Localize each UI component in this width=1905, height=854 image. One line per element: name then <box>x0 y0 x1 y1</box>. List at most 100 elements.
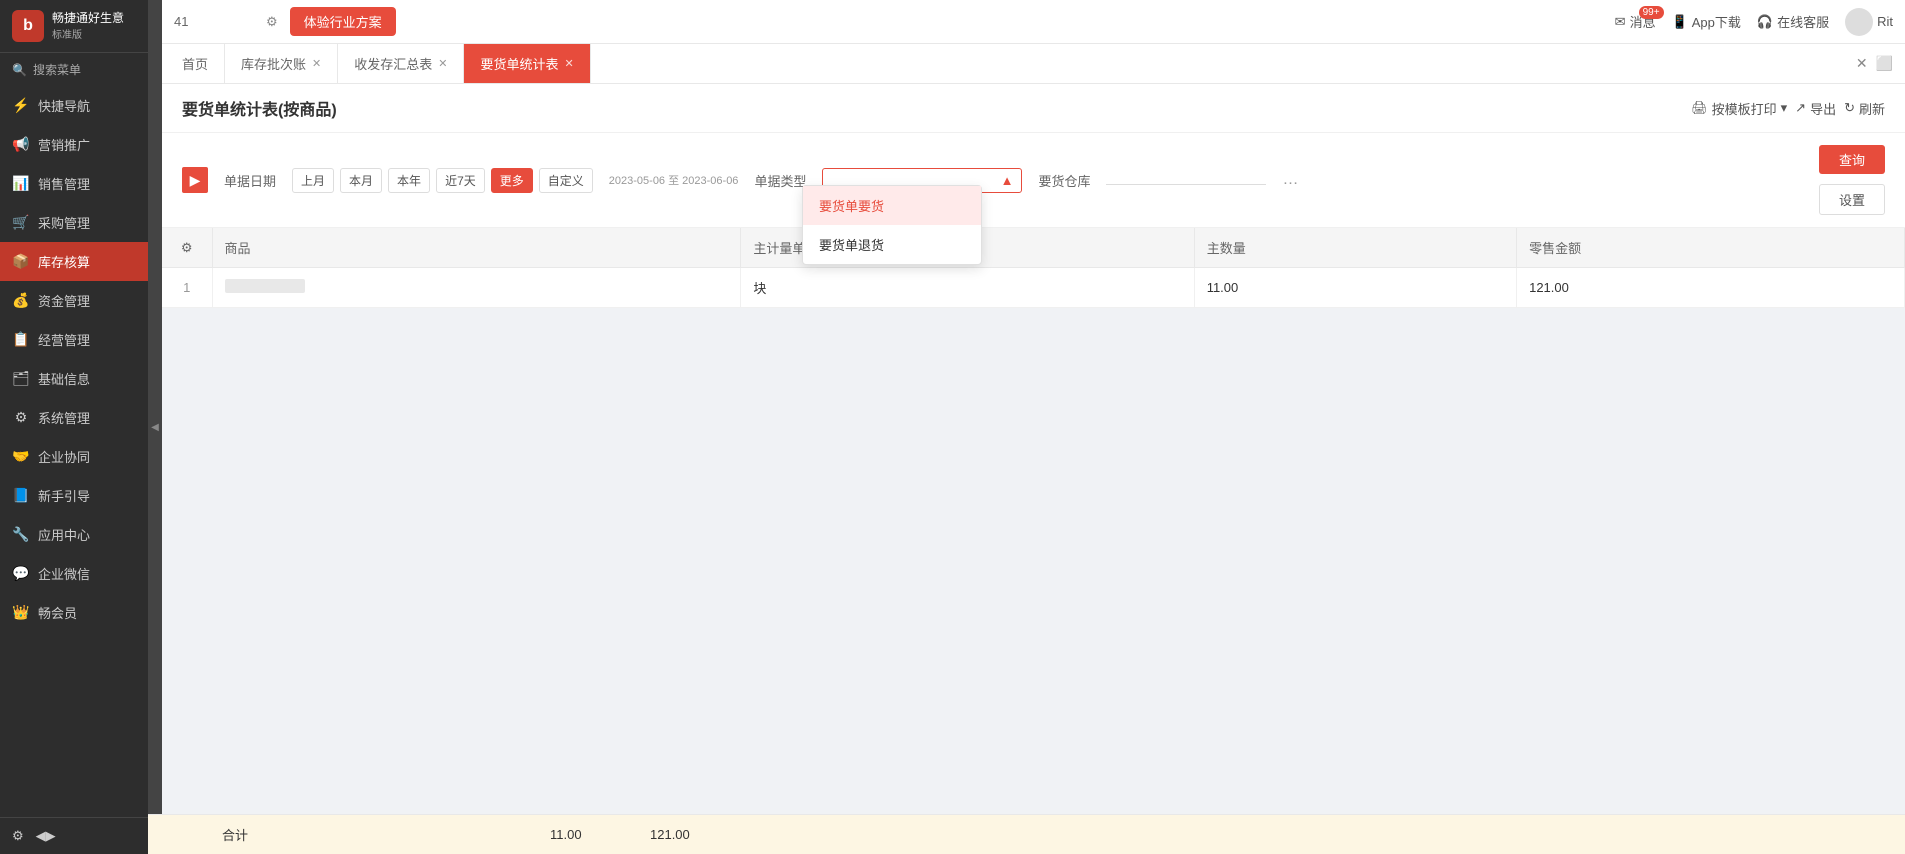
sales-icon: 📊 <box>12 175 30 193</box>
tab-maximize-btn[interactable]: ⬜ <box>1876 55 1893 72</box>
tab-inventory-batch[interactable]: 库存批次账 ✕ <box>225 44 338 83</box>
app-download-btn[interactable]: 📱 App下载 <box>1672 12 1741 31</box>
filter-more-icon[interactable]: … <box>1282 171 1298 189</box>
sidebar-item-inventory[interactable]: 📦 库存核算 <box>0 242 148 281</box>
sidebar-item-shortcuts[interactable]: ⚡ 快捷导航 <box>0 86 148 125</box>
row-product <box>212 268 741 308</box>
message-icon: ✉ <box>1615 14 1626 30</box>
search-menu-label: 搜索菜单 <box>33 61 81 78</box>
sidebar-item-collab[interactable]: 🤝 企业协同 <box>0 437 148 476</box>
dropdown-item-order[interactable]: 要货单要货 <box>803 186 981 225</box>
filter-expand-btn[interactable]: ▶ <box>182 167 208 193</box>
print-template-label: 按模板打印 <box>1712 99 1777 118</box>
more-dates-btn[interactable]: 更多 <box>491 168 533 193</box>
footer-label: 合计 <box>210 825 430 844</box>
refresh-btn[interactable]: ↻ 刷新 <box>1844 99 1885 118</box>
online-service-btn[interactable]: 🎧 在线客服 <box>1757 12 1829 31</box>
footer-quantity: 11.00 <box>550 827 650 842</box>
guide-icon: 📘 <box>12 487 30 505</box>
sidebar-item-basic-label: 基础信息 <box>38 369 90 388</box>
page-header: 要货单统计表(按商品) 🖨 按模板打印 ▾ ↗ 导出 ↻ 刷新 <box>162 84 1905 133</box>
sidebar-item-marketing[interactable]: 📢 营销推广 <box>0 125 148 164</box>
sidebar-item-wechat-label: 企业微信 <box>38 564 90 583</box>
user-area[interactable]: Rit <box>1845 8 1893 36</box>
trial-btn[interactable]: 体验行业方案 <box>290 7 396 36</box>
type-select-arrow-icon: ▲ <box>1001 173 1014 188</box>
sidebar-item-apps-label: 应用中心 <box>38 525 90 544</box>
sidebar-settings-icon[interactable]: ⚙ <box>12 828 24 844</box>
operation-icon: 📋 <box>12 331 30 349</box>
this-month-btn[interactable]: 本月 <box>340 168 382 193</box>
custom-date-btn[interactable]: 自定义 <box>539 168 593 193</box>
export-btn[interactable]: ↗ 导出 <box>1795 99 1836 118</box>
phone-icon: 📱 <box>1672 14 1688 30</box>
col-settings[interactable]: ⚙ <box>162 228 212 268</box>
app-name: 畅捷通好生意 <box>52 11 124 27</box>
search-menu[interactable]: 🔍 搜索菜单 <box>0 53 148 86</box>
tab-receivable[interactable]: 收发存汇总表 ✕ <box>338 44 464 83</box>
print-template-btn[interactable]: 🖨 按模板打印 ▾ <box>1691 99 1787 118</box>
row-index: 1 <box>162 268 212 308</box>
sidebar-bottom: ⚙ ◀▶ <box>0 817 148 854</box>
sidebar-item-vip[interactable]: 👑 畅会员 <box>0 593 148 632</box>
type-filter-label: 单据类型 <box>754 171 806 190</box>
sidebar-item-apps[interactable]: 🔧 应用中心 <box>0 515 148 554</box>
app-download-label: App下载 <box>1692 12 1741 31</box>
tab-order-stats-close[interactable]: ✕ <box>565 57 574 70</box>
sidebar-collapse-icon[interactable]: ◀▶ <box>36 828 56 844</box>
tab-minimize-btn[interactable]: ✕ <box>1856 55 1868 72</box>
query-btn[interactable]: 查询 <box>1819 145 1885 174</box>
tabs-actions: ✕ ⬜ <box>1844 55 1905 72</box>
system-icon: ⚙ <box>12 409 30 427</box>
tab-receivable-close[interactable]: ✕ <box>438 57 447 70</box>
sidebar-item-guide[interactable]: 📘 新手引导 <box>0 476 148 515</box>
type-dropdown: 要货单要货 要货单退货 <box>802 185 982 265</box>
apps-icon: 🔧 <box>12 526 30 544</box>
filter-row: ▶ 单据日期 上月 本月 本年 近7天 更多 自定义 2023-05-06 至 … <box>162 133 1905 228</box>
sidebar-item-purchase-label: 采购管理 <box>38 213 90 232</box>
online-service-label: 在线客服 <box>1777 12 1829 31</box>
messages-badge: 99+ <box>1639 6 1664 19</box>
sidebar-collapse-btn[interactable] <box>148 0 162 854</box>
col-product: 商品 <box>212 228 741 268</box>
filter-settings-btn[interactable]: 设置 <box>1819 184 1885 215</box>
tab-inventory-batch-close[interactable]: ✕ <box>312 57 321 70</box>
date-range-display: 2023-05-06 至 2023-06-06 <box>609 175 739 187</box>
sidebar-item-vip-label: 畅会员 <box>38 603 77 622</box>
tabs-bar: 首页 库存批次账 ✕ 收发存汇总表 ✕ 要货单统计表 ✕ ✕ ⬜ <box>162 44 1905 84</box>
search-icon: 🔍 <box>12 63 27 77</box>
sidebar-item-sales[interactable]: 📊 销售管理 <box>0 164 148 203</box>
avatar <box>1845 8 1873 36</box>
sidebar-item-finance[interactable]: 💰 资金管理 <box>0 281 148 320</box>
export-label: 导出 <box>1810 99 1836 118</box>
tab-home[interactable]: 首页 <box>162 44 225 83</box>
warehouse-filter-input[interactable] <box>1106 176 1266 185</box>
topbar-settings-icon[interactable]: ⚙ <box>266 14 278 30</box>
dropdown-item-return[interactable]: 要货单退货 <box>803 225 981 264</box>
page-title: 要货单统计表(按商品) <box>182 96 337 120</box>
sidebar-item-shortcuts-label: 快捷导航 <box>38 96 90 115</box>
topbar: 41 ⚙ 体验行业方案 ✉ 消息 99+ 📱 App下载 🎧 在线客服 Rit <box>162 0 1905 44</box>
product-name-placeholder <box>225 279 305 293</box>
messages-btn[interactable]: ✉ 消息 99+ <box>1615 12 1656 31</box>
shortcuts-icon: ⚡ <box>12 97 30 115</box>
table-container: ⚙ 商品 主计量单位 主数量 零售金额 1 <box>162 228 1905 308</box>
sidebar-item-purchase[interactable]: 🛒 采购管理 <box>0 203 148 242</box>
headset-icon: 🎧 <box>1757 14 1773 30</box>
this-year-btn[interactable]: 本年 <box>388 168 430 193</box>
last-month-btn[interactable]: 上月 <box>292 168 334 193</box>
main-area: 41 ⚙ 体验行业方案 ✉ 消息 99+ 📱 App下载 🎧 在线客服 Rit <box>162 0 1905 854</box>
sidebar-item-system[interactable]: ⚙ 系统管理 <box>0 398 148 437</box>
sidebar-item-wechat[interactable]: 💬 企业微信 <box>0 554 148 593</box>
logo-area: b 畅捷通好生意 标准版 <box>0 0 148 53</box>
print-icon: 🖨 <box>1691 100 1708 116</box>
app-sub: 标准版 <box>52 26 124 41</box>
tab-order-stats[interactable]: 要货单统计表 ✕ <box>464 44 590 83</box>
collab-icon: 🤝 <box>12 448 30 466</box>
sidebar-item-operation[interactable]: 📋 经营管理 <box>0 320 148 359</box>
inventory-icon: 📦 <box>12 253 30 271</box>
sidebar-item-basic[interactable]: 🗂 基础信息 <box>0 359 148 398</box>
refresh-icon: ↻ <box>1844 100 1855 116</box>
last-7-days-btn[interactable]: 近7天 <box>436 168 485 193</box>
row-amount: 121.00 <box>1517 268 1905 308</box>
